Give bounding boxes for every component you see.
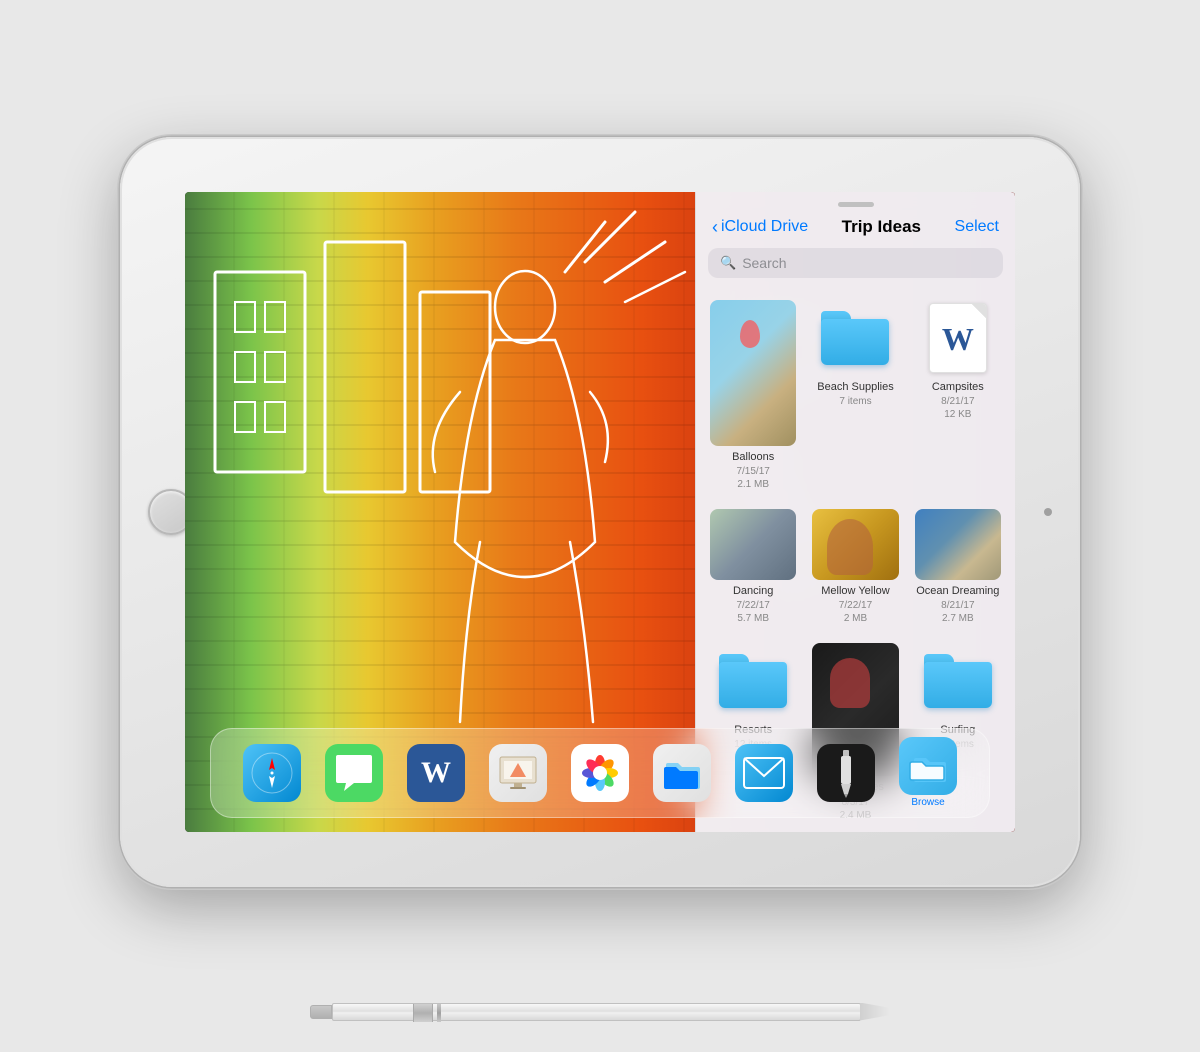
file-meta-balloons: 7/15/172.1 MB xyxy=(736,465,769,491)
ink-icon-svg xyxy=(828,748,864,798)
mail-icon[interactable] xyxy=(735,744,793,802)
pencil-band-1 xyxy=(413,1004,433,1022)
word-icon-campsites: W xyxy=(920,300,996,376)
word-app-icon[interactable]: W xyxy=(407,744,465,802)
safari-icon[interactable] xyxy=(243,744,301,802)
camera-sensor xyxy=(1044,508,1052,516)
search-bar[interactable]: 🔍 Search xyxy=(708,248,1003,278)
folder-icon-resorts xyxy=(715,643,791,719)
dock-app-files-browse[interactable]: Browse xyxy=(899,737,957,808)
file-thumbnail-balloons xyxy=(710,300,796,446)
search-icon: 🔍 xyxy=(720,255,736,271)
files-browse-label: Browse xyxy=(911,797,944,808)
file-name-balloons: Balloons xyxy=(732,451,774,464)
folder-icon-beach-supplies xyxy=(817,300,893,376)
photos-icon-svg xyxy=(579,752,621,794)
select-button[interactable]: Select xyxy=(955,218,999,236)
dock-app-safari[interactable] xyxy=(243,744,301,802)
drag-indicator xyxy=(838,202,874,207)
file-meta-beach-supplies: 7 items xyxy=(839,395,871,408)
mail-icon-svg xyxy=(742,756,786,790)
pencil-tip xyxy=(860,1003,890,1021)
dock-app-photos[interactable] xyxy=(571,744,629,802)
file-meta-mellow-yellow: 7/22/172 MB xyxy=(839,599,872,625)
dock-app-word[interactable]: W xyxy=(407,744,465,802)
dock-app-files[interactable] xyxy=(653,744,711,802)
file-item-balloons[interactable]: Balloons 7/15/172.1 MB xyxy=(706,292,800,498)
file-thumbnail-ocean-dreaming xyxy=(915,509,1001,579)
dock: W xyxy=(210,728,990,818)
messages-icon[interactable] xyxy=(325,744,383,802)
folder-icon-surfing xyxy=(920,643,996,719)
files-icon[interactable] xyxy=(653,744,711,802)
files-browse-svg xyxy=(906,744,950,788)
dock-app-keynote[interactable] xyxy=(489,744,547,802)
file-item-campsites[interactable]: W Campsites 8/21/1712 KB xyxy=(911,292,1005,498)
file-item-dancing[interactable]: Dancing 7/22/175.7 MB xyxy=(706,501,800,631)
search-placeholder-text: Search xyxy=(742,255,786,271)
file-name-beach-supplies: Beach Supplies xyxy=(817,381,893,394)
file-thumbnail-mellow-yellow xyxy=(812,509,898,579)
pencil-band-2 xyxy=(437,1004,441,1022)
back-label[interactable]: iCloud Drive xyxy=(721,218,808,236)
file-name-mellow-yellow: Mellow Yellow xyxy=(821,585,889,598)
file-meta-ocean-dreaming: 8/21/172.7 MB xyxy=(941,599,974,625)
file-item-beach-supplies[interactable]: Beach Supplies 7 items xyxy=(808,292,902,498)
safari-compass-svg xyxy=(249,750,295,796)
back-chevron-icon: ‹ xyxy=(712,217,718,238)
file-name-ocean-dreaming: Ocean Dreaming xyxy=(916,585,999,598)
photos-icon[interactable] xyxy=(571,744,629,802)
file-item-mellow-yellow[interactable]: Mellow Yellow 7/22/172 MB xyxy=(808,501,902,631)
panel-title: Trip Ideas xyxy=(842,217,921,237)
ipad-frame: ‹ iCloud Drive Trip Ideas Select 🔍 Searc… xyxy=(120,137,1080,887)
dock-app-ink[interactable] xyxy=(817,744,875,802)
word-w-letter: W xyxy=(942,321,974,358)
files-browse-icon[interactable] xyxy=(899,737,957,795)
file-item-ocean-dreaming[interactable]: Ocean Dreaming 8/21/172.7 MB xyxy=(911,501,1005,631)
pencil-body xyxy=(332,1003,861,1021)
keynote-icon[interactable] xyxy=(489,744,547,802)
keynote-icon-svg xyxy=(496,751,540,795)
panel-header: ‹ iCloud Drive Trip Ideas Select xyxy=(696,213,1015,248)
back-button[interactable]: ‹ iCloud Drive xyxy=(712,217,808,238)
word-app-letter: W xyxy=(421,756,451,790)
apple-pencil xyxy=(310,1003,890,1021)
dock-app-mail[interactable] xyxy=(735,744,793,802)
scene: ‹ iCloud Drive Trip Ideas Select 🔍 Searc… xyxy=(50,32,1150,992)
file-name-campsites: Campsites xyxy=(932,381,984,394)
ipad-screen: ‹ iCloud Drive Trip Ideas Select 🔍 Searc… xyxy=(185,192,1015,832)
file-meta-dancing: 7/22/175.7 MB xyxy=(736,599,769,625)
ink-icon[interactable] xyxy=(817,744,875,802)
messages-bubble-svg xyxy=(332,753,376,793)
file-meta-campsites: 8/21/1712 KB xyxy=(941,395,974,421)
dock-app-messages[interactable] xyxy=(325,744,383,802)
files-icon-svg xyxy=(660,751,704,795)
pencil-end xyxy=(310,1005,332,1019)
file-name-dancing: Dancing xyxy=(733,585,773,598)
file-thumbnail-dancing xyxy=(710,509,796,579)
apple-pencil-container xyxy=(300,972,900,1052)
